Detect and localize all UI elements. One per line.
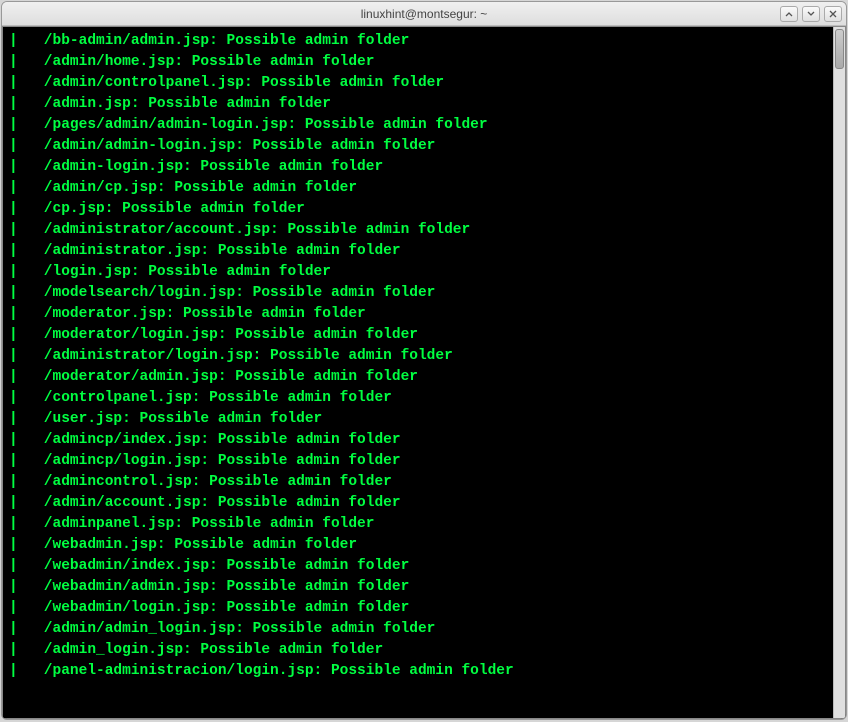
output-line: | /administrator/account.jsp: Possible a… (9, 220, 827, 241)
output-line: | /modelsearch/login.jsp: Possible admin… (9, 283, 827, 304)
output-line: | /adminpanel.jsp: Possible admin folder (9, 514, 827, 535)
output-line: | /admincp/login.jsp: Possible admin fol… (9, 451, 827, 472)
output-line: | /controlpanel.jsp: Possible admin fold… (9, 388, 827, 409)
output-line: | /panel-administracion/login.jsp: Possi… (9, 661, 827, 682)
output-line: | /moderator/admin.jsp: Possible admin f… (9, 367, 827, 388)
output-line: | /webadmin/index.jsp: Possible admin fo… (9, 556, 827, 577)
output-line: | /admincp/index.jsp: Possible admin fol… (9, 430, 827, 451)
output-line: | /admin/home.jsp: Possible admin folder (9, 52, 827, 73)
maximize-button[interactable] (802, 6, 820, 22)
output-line: | /webadmin/admin.jsp: Possible admin fo… (9, 577, 827, 598)
terminal-area: | /bb-admin/admin.jsp: Possible admin fo… (2, 26, 846, 719)
output-line: | /admin.jsp: Possible admin folder (9, 94, 827, 115)
output-line: | /moderator/login.jsp: Possible admin f… (9, 325, 827, 346)
scrollbar-thumb[interactable] (835, 29, 844, 69)
output-line: | /admin/admin-login.jsp: Possible admin… (9, 136, 827, 157)
output-line: | /admin/account.jsp: Possible admin fol… (9, 493, 827, 514)
window-title: linuxhint@montsegur: ~ (361, 7, 488, 21)
output-line: | /user.jsp: Possible admin folder (9, 409, 827, 430)
output-line: | /admin/controlpanel.jsp: Possible admi… (9, 73, 827, 94)
output-line: | /admin_login.jsp: Possible admin folde… (9, 640, 827, 661)
output-line: | /webadmin/login.jsp: Possible admin fo… (9, 598, 827, 619)
terminal-output[interactable]: | /bb-admin/admin.jsp: Possible admin fo… (3, 27, 833, 718)
close-button[interactable] (824, 6, 842, 22)
output-line: | /admincontrol.jsp: Possible admin fold… (9, 472, 827, 493)
output-line: | /admin/cp.jsp: Possible admin folder (9, 178, 827, 199)
output-line: | /moderator.jsp: Possible admin folder (9, 304, 827, 325)
output-line: | /admin-login.jsp: Possible admin folde… (9, 157, 827, 178)
output-line: | /login.jsp: Possible admin folder (9, 262, 827, 283)
output-line: | /webadmin.jsp: Possible admin folder (9, 535, 827, 556)
output-line: | /administrator.jsp: Possible admin fol… (9, 241, 827, 262)
output-line: | /cp.jsp: Possible admin folder (9, 199, 827, 220)
window-controls (780, 6, 842, 22)
terminal-window: linuxhint@montsegur: ~ | /bb-admin/admin… (1, 1, 847, 720)
scrollbar[interactable] (833, 27, 845, 718)
output-line: | /administrator/login.jsp: Possible adm… (9, 346, 827, 367)
output-line: | /bb-admin/admin.jsp: Possible admin fo… (9, 31, 827, 52)
window-titlebar: linuxhint@montsegur: ~ (2, 2, 846, 26)
minimize-button[interactable] (780, 6, 798, 22)
output-line: | /admin/admin_login.jsp: Possible admin… (9, 619, 827, 640)
output-line: | /pages/admin/admin-login.jsp: Possible… (9, 115, 827, 136)
